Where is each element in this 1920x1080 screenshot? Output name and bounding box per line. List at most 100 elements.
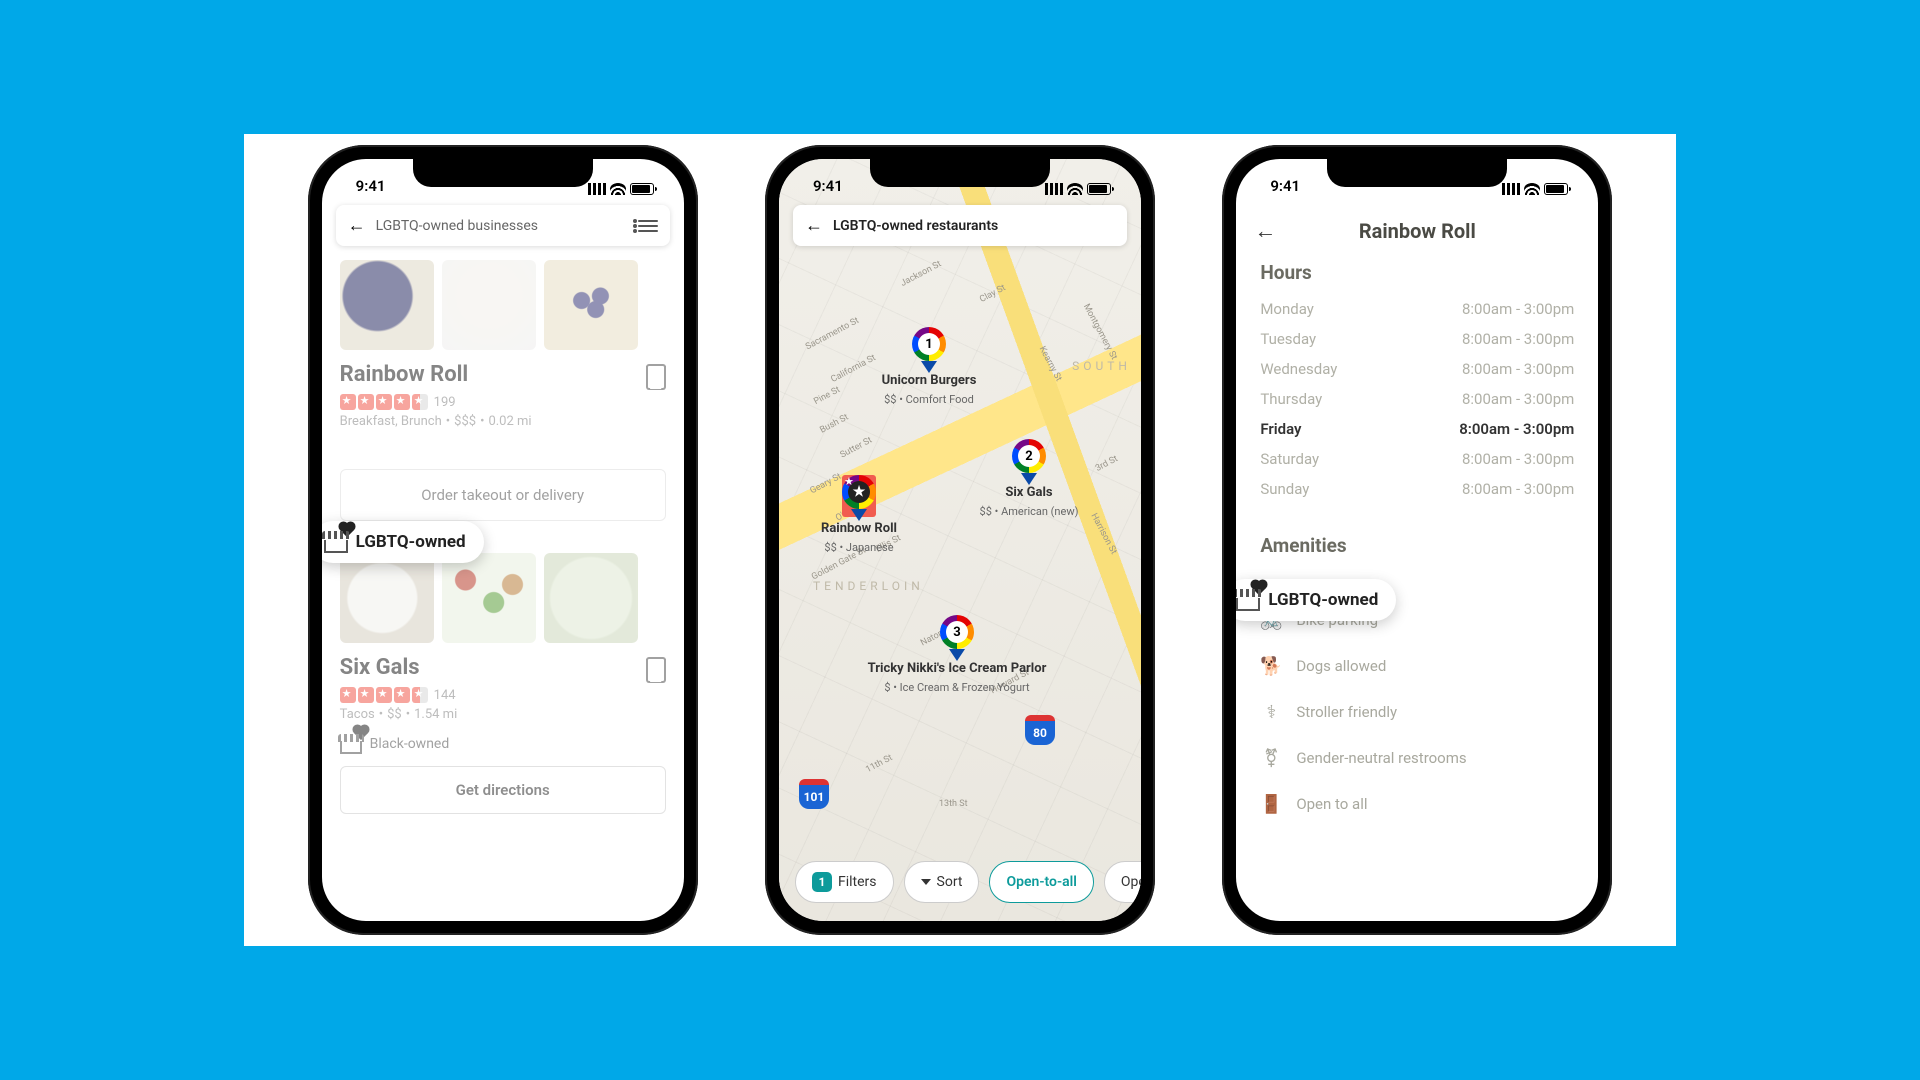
list-view-icon[interactable] xyxy=(638,220,658,232)
search-text[interactable]: LGBTQ-owned businesses xyxy=(376,218,628,234)
listing-six-gals[interactable]: Six Gals 144 Tacos•$$•1.54 mi Black-owne… xyxy=(322,527,684,820)
detail-header: ← Rainbow Roll xyxy=(1236,201,1598,251)
business-meta: Tacos•$$•1.54 mi xyxy=(340,707,666,722)
door-icon: 🚪 xyxy=(1260,793,1282,815)
star-icons xyxy=(340,687,428,703)
status-icons xyxy=(1045,183,1111,195)
phone-detail: 9:41 ← Rainbow Roll Hours Monday 8:00am -… xyxy=(1222,145,1612,935)
star-icons xyxy=(340,394,428,410)
hours-row: Monday 8:00am - 3:00pm xyxy=(1260,294,1574,324)
map-area-label: TENDERLOIN xyxy=(813,579,924,593)
signal-icon xyxy=(588,183,606,195)
canvas: 9:41 ← LGBTQ-owned businesses xyxy=(244,134,1676,946)
map-pin-label[interactable]: Tricky Nikki's Ice Cream Parlor$ • Ice C… xyxy=(868,661,1047,695)
hours-time: 8:00am - 3:00pm xyxy=(1462,360,1574,378)
back-arrow-icon[interactable]: ← xyxy=(805,215,823,236)
filter-chip-row[interactable]: 1 Filters Sort Open-to-all Open xyxy=(779,861,1141,903)
amenity-dogs-allowed: 🐕 Dogs allowed xyxy=(1260,643,1574,689)
photo-row[interactable] xyxy=(340,553,666,643)
map-pin-label[interactable]: Six Gals$$ • American (new) xyxy=(980,485,1079,519)
hours-day: Friday xyxy=(1260,420,1301,438)
back-arrow-icon[interactable]: ← xyxy=(1254,218,1276,244)
signal-icon xyxy=(1502,183,1520,195)
status-time: 9:41 xyxy=(356,177,386,195)
photo-thumb[interactable] xyxy=(544,260,638,350)
hours-time: 8:00am - 3:00pm xyxy=(1462,300,1574,318)
storefront-heart-icon xyxy=(1236,589,1260,611)
listing-rainbow-roll[interactable]: Rainbow Roll 199 Breakfast, Brunch•$$$•0… xyxy=(322,246,684,527)
hours-day: Sunday xyxy=(1260,480,1309,498)
business-name[interactable]: Six Gals xyxy=(340,655,420,680)
phone-list: 9:41 ← LGBTQ-owned businesses xyxy=(308,145,698,935)
lgbtq-owned-badge: LGBTQ-owned xyxy=(322,521,484,563)
map-pin-label[interactable]: Rainbow Roll$$ • Japanese xyxy=(821,521,897,555)
more-chip[interactable]: Open xyxy=(1104,861,1141,903)
filter-count-badge: 1 xyxy=(812,872,832,892)
hours-heading: Hours xyxy=(1260,261,1574,284)
hours-time: 8:00am - 3:00pm xyxy=(1462,450,1574,468)
storefront-icon xyxy=(340,734,362,754)
amenity-open-to-all: 🚪 Open to all xyxy=(1260,781,1574,827)
map-pin-3[interactable]: 3 xyxy=(940,615,974,657)
hours-row: Thursday8:00am - 3:00pm xyxy=(1260,384,1574,414)
photo-thumb[interactable] xyxy=(442,553,536,643)
hours-row: Wednesday 8:00am - 3:00pm xyxy=(1260,354,1574,384)
screen-list: 9:41 ← LGBTQ-owned businesses xyxy=(322,159,684,921)
search-text[interactable]: LGBTQ-owned restaurants xyxy=(833,218,1115,234)
signal-icon xyxy=(1045,183,1063,195)
filters-chip[interactable]: 1 Filters xyxy=(795,861,894,903)
photo-thumb[interactable] xyxy=(442,260,536,350)
search-bar[interactable]: ← LGBTQ-owned restaurants xyxy=(793,205,1127,246)
screen-map: 9:41 ← LGBTQ-owned restaurants TENDERLOI… xyxy=(779,159,1141,921)
amenities-section: Amenities 🚲 Bike parking 🐕 Dogs allowed … xyxy=(1236,524,1598,837)
chevron-down-icon xyxy=(921,879,931,885)
hours-day: Wednesday xyxy=(1260,360,1337,378)
screen-detail: 9:41 ← Rainbow Roll Hours Monday 8:00am -… xyxy=(1236,159,1598,921)
hours-time: 8:00am - 3:00pm xyxy=(1459,420,1574,438)
battery-icon xyxy=(630,183,654,195)
hours-row: Saturday8:00am - 3:00pm xyxy=(1260,444,1574,474)
status-icons xyxy=(588,183,654,195)
hours-day: Monday xyxy=(1260,300,1314,318)
status-time: 9:41 xyxy=(1270,177,1300,195)
storefront-heart-icon xyxy=(324,531,348,553)
open-to-all-chip[interactable]: Open-to-all xyxy=(989,861,1093,903)
review-count: 199 xyxy=(434,395,456,410)
map-pin-1[interactable]: 1 xyxy=(912,327,946,369)
wifi-icon xyxy=(610,183,626,195)
photo-row[interactable] xyxy=(340,260,666,350)
status-icons xyxy=(1502,183,1568,195)
bookmark-icon[interactable] xyxy=(646,659,666,683)
rating-row: 199 xyxy=(340,394,666,410)
hours-row: Sunday 8:00am - 3:00pm xyxy=(1260,474,1574,504)
review-count: 144 xyxy=(434,688,456,703)
map-canvas[interactable]: 9:41 ← LGBTQ-owned restaurants TENDERLOI… xyxy=(779,159,1141,921)
map-area-label: SOUTH xyxy=(1072,359,1131,373)
sort-chip[interactable]: Sort xyxy=(904,861,980,903)
amenity-stroller-friendly: ⚕ Stroller friendly xyxy=(1260,689,1574,735)
stroller-icon: ⚕ xyxy=(1260,701,1282,723)
business-name[interactable]: Rainbow Roll xyxy=(340,362,469,387)
hours-row: Friday 8:00am - 3:00pm xyxy=(1260,414,1574,444)
status-bar: 9:41 xyxy=(322,159,684,195)
order-cta-button[interactable]: Order takeout or delivery xyxy=(340,469,666,521)
hours-row: Tuesday8:00am - 3:00pm xyxy=(1260,324,1574,354)
dog-icon: 🐕 xyxy=(1260,655,1282,677)
highway-shield-icon: 80 xyxy=(1025,715,1055,745)
map-pin-star[interactable]: ★ xyxy=(842,475,876,517)
photo-thumb[interactable] xyxy=(340,260,434,350)
business-meta: Breakfast, Brunch•$$$•0.02 mi xyxy=(340,414,666,429)
map-pin-label[interactable]: Unicorn Burgers$$ • Comfort Food xyxy=(882,373,977,407)
search-bar[interactable]: ← LGBTQ-owned businesses xyxy=(336,205,670,246)
map-pin-2[interactable]: 2 xyxy=(1012,439,1046,481)
get-directions-button[interactable]: Get directions xyxy=(340,766,666,814)
photo-thumb[interactable] xyxy=(340,553,434,643)
hours-time: 8:00am - 3:00pm xyxy=(1462,390,1574,408)
back-arrow-icon[interactable]: ← xyxy=(348,215,366,236)
hours-time: 8:00am - 3:00pm xyxy=(1462,480,1574,498)
lgbtq-owned-badge: LGBTQ-owned xyxy=(1236,579,1396,621)
bookmark-icon[interactable] xyxy=(646,366,666,390)
status-bar: 9:41 xyxy=(1236,159,1598,195)
photo-thumb[interactable] xyxy=(544,553,638,643)
hours-list: Monday 8:00am - 3:00pm Tuesday8:00am - 3:0… xyxy=(1260,294,1574,504)
